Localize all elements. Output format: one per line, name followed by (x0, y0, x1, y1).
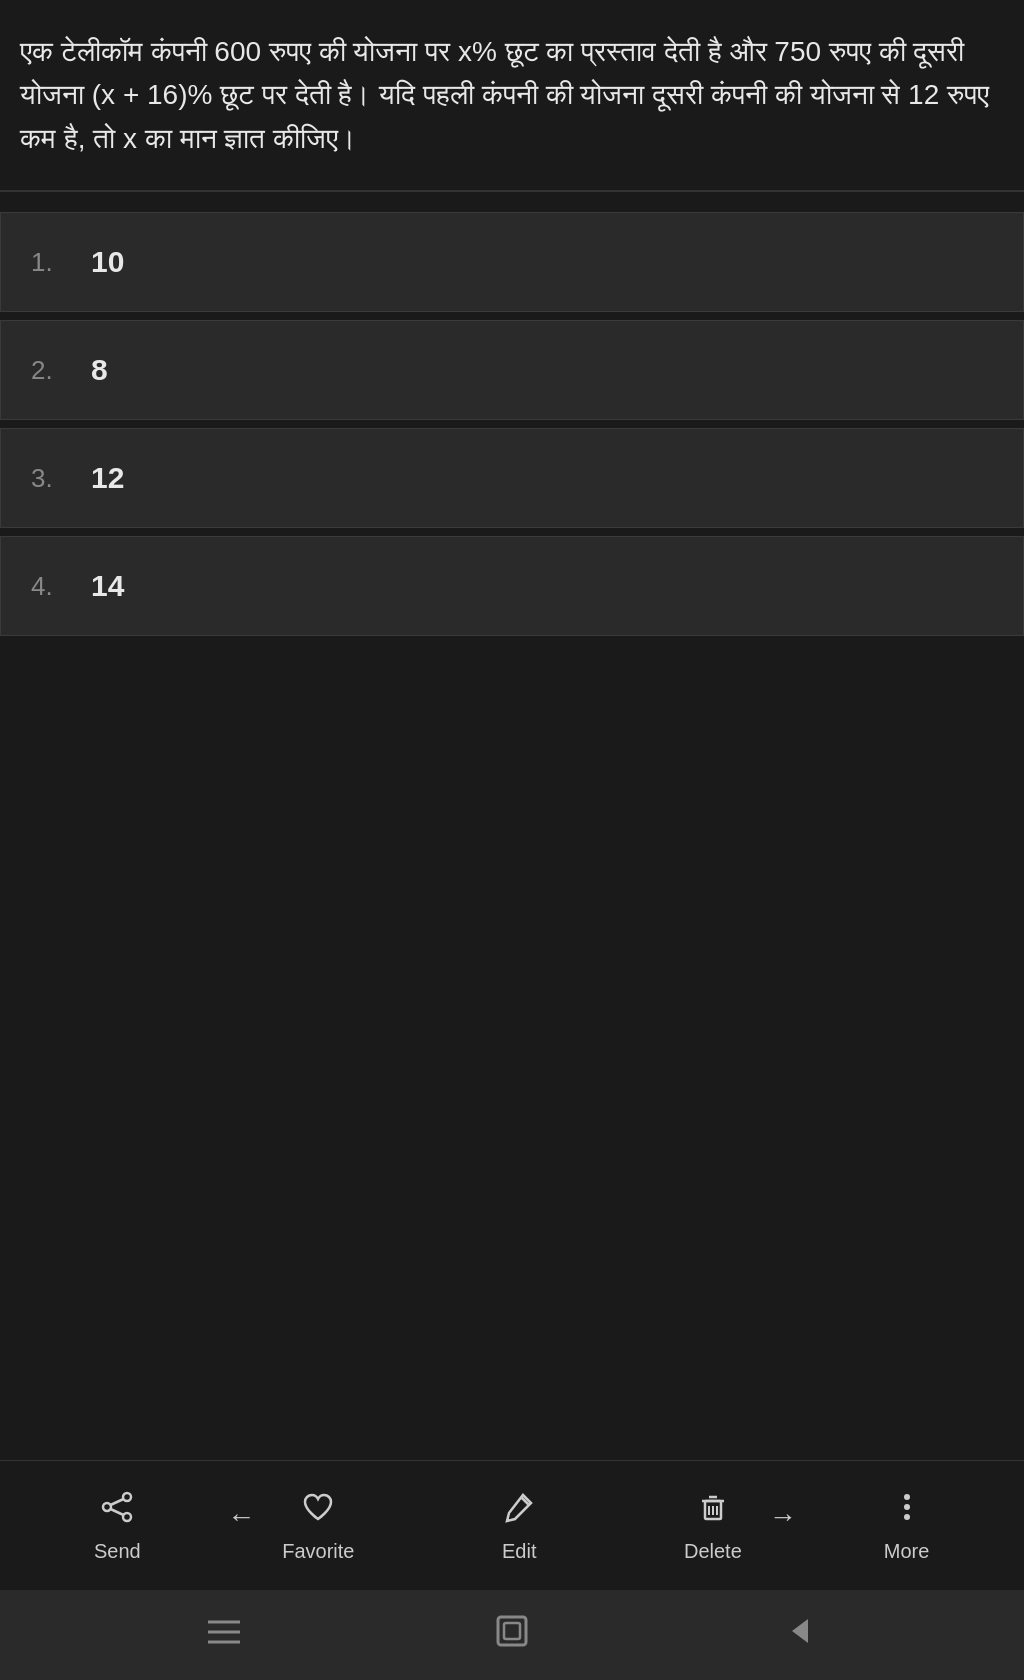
home-nav-button[interactable] (494, 1613, 530, 1657)
previous-button[interactable]: ← Favorite (282, 1489, 354, 1563)
svg-rect-19 (504, 1623, 520, 1639)
option-3-value: 12 (91, 461, 124, 495)
section-divider (0, 190, 1024, 192)
system-nav-bar (0, 1590, 1024, 1680)
send-button[interactable]: Send (67, 1489, 167, 1563)
option-3-number: 3. (31, 463, 61, 494)
option-4-number: 4. (31, 571, 61, 602)
option-1[interactable]: 1. 10 (0, 212, 1024, 312)
delete-label: Delete (684, 1540, 742, 1563)
svg-point-14 (904, 1514, 910, 1520)
option-2-value: 8 (91, 353, 108, 387)
option-4[interactable]: 4. 14 (0, 536, 1024, 636)
send-label: Send (94, 1540, 141, 1563)
option-2[interactable]: 2. 8 (0, 320, 1024, 420)
edit-button[interactable]: Edit (469, 1489, 569, 1563)
send-icon (99, 1489, 135, 1534)
delete-icon (695, 1489, 731, 1534)
menu-nav-button[interactable] (206, 1617, 242, 1654)
svg-point-13 (904, 1504, 910, 1510)
options-area: 1. 10 2. 8 3. 12 4. 14 (0, 202, 1024, 841)
svg-line-3 (111, 1499, 124, 1505)
empty-space (0, 841, 1024, 1460)
back-nav-button[interactable] (782, 1613, 818, 1657)
svg-point-2 (103, 1503, 111, 1511)
question-area: एक टेलीकॉम कंपनी 600 रुपए की योजना पर x%… (0, 0, 1024, 180)
bottom-toolbar: Send ← Favorite Edit (0, 1460, 1024, 1590)
option-3[interactable]: 3. 12 (0, 428, 1024, 528)
option-1-number: 1. (31, 247, 61, 278)
more-label: More (884, 1540, 930, 1563)
right-arrow-icon: → (769, 1501, 797, 1533)
more-icon (889, 1489, 925, 1534)
favorite-icon (300, 1489, 336, 1534)
main-container: एक टेलीकॉम कंपनी 600 रुपए की योजना पर x%… (0, 0, 1024, 1680)
favorite-label: Favorite (282, 1540, 354, 1563)
svg-rect-18 (498, 1617, 526, 1645)
left-arrow-icon: ← (227, 1501, 255, 1533)
delete-button[interactable]: Delete → (684, 1489, 742, 1563)
option-2-number: 2. (31, 355, 61, 386)
svg-point-12 (904, 1494, 910, 1500)
svg-point-0 (123, 1493, 131, 1501)
svg-point-1 (123, 1513, 131, 1521)
option-4-value: 14 (91, 569, 124, 603)
svg-marker-20 (792, 1619, 808, 1643)
edit-icon (501, 1489, 537, 1534)
question-text: एक टेलीकॉम कंपनी 600 रुपए की योजना पर x%… (20, 30, 1004, 160)
option-1-value: 10 (91, 245, 124, 279)
more-button[interactable]: More (857, 1489, 957, 1563)
svg-line-4 (111, 1509, 124, 1515)
edit-label: Edit (502, 1540, 536, 1563)
